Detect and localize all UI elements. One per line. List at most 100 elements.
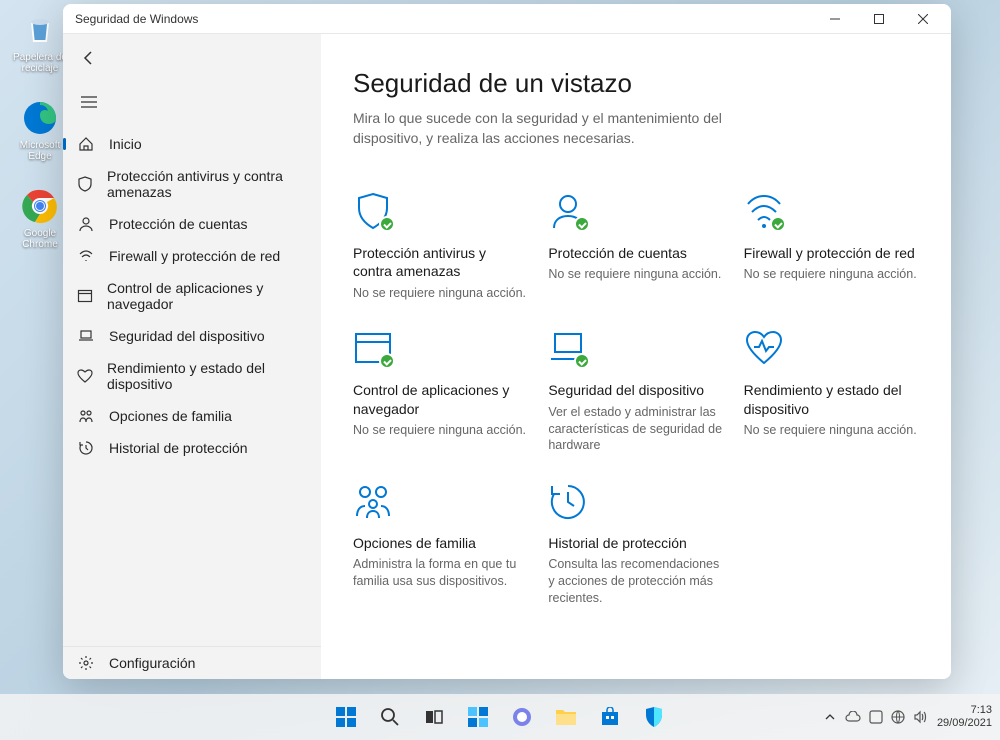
heart-pulse-icon [744, 329, 784, 367]
card-title: Firewall y protección de red [744, 244, 919, 262]
person-icon [77, 216, 95, 232]
laptop-icon [77, 328, 95, 344]
desktop-icon-label: Microsoft Edge [20, 140, 61, 162]
tray-chevron-icon[interactable] [825, 712, 835, 722]
sidebar-item-label: Seguridad del dispositivo [109, 328, 265, 344]
sidebar: Inicio Protección antivirus y contra ame… [63, 34, 321, 679]
desktop-icon-recycle-bin[interactable]: Papelera de reciclaje [10, 10, 70, 74]
sidebar-item-label: Protección antivirus y contra amenazas [107, 168, 307, 200]
card-desc: No se requiere ninguna acción. [353, 422, 528, 439]
card-title: Protección de cuentas [548, 244, 723, 262]
history-icon [77, 440, 95, 456]
widgets-button[interactable] [458, 697, 498, 737]
onedrive-icon [845, 711, 861, 723]
sidebar-item-label: Historial de protección [109, 440, 248, 456]
sidebar-item-history[interactable]: Historial de protección [63, 432, 321, 464]
card-family[interactable]: Opciones de familia Administra la forma … [353, 482, 528, 607]
sidebar-item-account[interactable]: Protección de cuentas [63, 208, 321, 240]
family-icon [353, 482, 393, 520]
sidebar-item-label: Inicio [109, 136, 142, 152]
titlebar: Seguridad de Windows [63, 4, 951, 34]
card-desc: No se requiere ninguna acción. [353, 285, 528, 302]
start-button[interactable] [326, 697, 366, 737]
card-title: Opciones de familia [353, 534, 528, 552]
desktop-icon-label: Papelera de reciclaje [13, 52, 67, 74]
minimize-button[interactable] [813, 5, 857, 33]
back-button[interactable] [75, 44, 103, 72]
system-tray[interactable] [845, 710, 927, 724]
card-desc: No se requiere ninguna acción. [744, 266, 919, 283]
language-icon [869, 710, 883, 724]
desktop-icon-edge[interactable]: Microsoft Edge [10, 98, 70, 162]
card-device-security[interactable]: Seguridad del dispositivo Ver el estado … [548, 329, 723, 454]
shield-icon [353, 192, 393, 230]
sidebar-item-home[interactable]: Inicio [63, 128, 321, 160]
card-title: Rendimiento y estado del dispositivo [744, 381, 919, 417]
taskbar-store-icon[interactable] [590, 697, 630, 737]
sidebar-item-performance[interactable]: Rendimiento y estado del dispositivo [63, 352, 321, 400]
sidebar-item-appcontrol[interactable]: Control de aplicaciones y navegador [63, 272, 321, 320]
heart-icon [77, 368, 93, 384]
taskbar-explorer-icon[interactable] [546, 697, 586, 737]
window-icon [353, 329, 393, 367]
card-virus-protection[interactable]: Protección antivirus y contra amenazas N… [353, 192, 528, 301]
card-firewall[interactable]: Firewall y protección de red No se requi… [744, 192, 919, 301]
maximize-button[interactable] [857, 5, 901, 33]
sidebar-item-label: Firewall y protección de red [109, 248, 280, 264]
card-history[interactable]: Historial de protección Consulta las rec… [548, 482, 723, 607]
card-app-control[interactable]: Control de aplicaciones y navegador No s… [353, 329, 528, 454]
shield-icon [77, 176, 93, 192]
network-icon [744, 192, 784, 230]
sidebar-item-firewall[interactable]: Firewall y protección de red [63, 240, 321, 272]
taskbar-clock[interactable]: 7:13 29/09/2021 [937, 704, 992, 730]
sidebar-item-label: Protección de cuentas [109, 216, 248, 232]
volume-icon [913, 710, 927, 724]
history-icon [548, 482, 588, 520]
sidebar-item-virus[interactable]: Protección antivirus y contra amenazas [63, 160, 321, 208]
sidebar-item-label: Opciones de familia [109, 408, 232, 424]
sidebar-item-settings[interactable]: Configuración [63, 647, 321, 679]
edge-icon [20, 98, 60, 138]
desktop-icon-label: Google Chrome [22, 228, 58, 250]
taskbar: 7:13 29/09/2021 [0, 694, 1000, 740]
sidebar-item-label: Rendimiento y estado del dispositivo [107, 360, 307, 392]
gear-icon [77, 655, 95, 671]
close-button[interactable] [901, 5, 945, 33]
search-button[interactable] [370, 697, 410, 737]
main-content: Seguridad de un vistazo Mira lo que suce… [321, 34, 951, 679]
window-title: Seguridad de Windows [75, 12, 813, 26]
clock-date: 29/09/2021 [937, 717, 992, 730]
chrome-icon [20, 186, 60, 226]
card-desc: Ver el estado y administrar las caracter… [548, 404, 723, 455]
recycle-bin-icon [20, 10, 60, 50]
network-icon [891, 710, 905, 724]
sidebar-item-label: Control de aplicaciones y navegador [107, 280, 307, 312]
card-desc: Administra la forma en que tu familia us… [353, 556, 528, 590]
card-title: Protección antivirus y contra amenazas [353, 244, 528, 280]
window-icon [77, 288, 93, 304]
card-desc: Consulta las recomendaciones y acciones … [548, 556, 723, 607]
home-icon [77, 136, 95, 152]
card-desc: No se requiere ninguna acción. [744, 422, 919, 439]
card-account-protection[interactable]: Protección de cuentas No se requiere nin… [548, 192, 723, 301]
sidebar-item-family[interactable]: Opciones de familia [63, 400, 321, 432]
taskbar-chat-icon[interactable] [502, 697, 542, 737]
security-window: Seguridad de Windows Inicio [63, 4, 951, 679]
sidebar-item-device-security[interactable]: Seguridad del dispositivo [63, 320, 321, 352]
clock-time: 7:13 [937, 704, 992, 717]
card-title: Historial de protección [548, 534, 723, 552]
page-subtitle: Mira lo que sucede con la seguridad y el… [353, 109, 773, 148]
page-title: Seguridad de un vistazo [353, 68, 919, 99]
network-icon [77, 248, 95, 264]
taskview-button[interactable] [414, 697, 454, 737]
laptop-icon [548, 329, 588, 367]
card-title: Seguridad del dispositivo [548, 381, 723, 399]
desktop-icon-chrome[interactable]: Google Chrome [10, 186, 70, 250]
card-performance[interactable]: Rendimiento y estado del dispositivo No … [744, 329, 919, 454]
card-title: Control de aplicaciones y navegador [353, 381, 528, 417]
sidebar-item-label: Configuración [109, 655, 195, 671]
person-icon [548, 192, 588, 230]
family-icon [77, 408, 95, 424]
hamburger-button[interactable] [75, 88, 103, 116]
taskbar-security-icon[interactable] [634, 697, 674, 737]
